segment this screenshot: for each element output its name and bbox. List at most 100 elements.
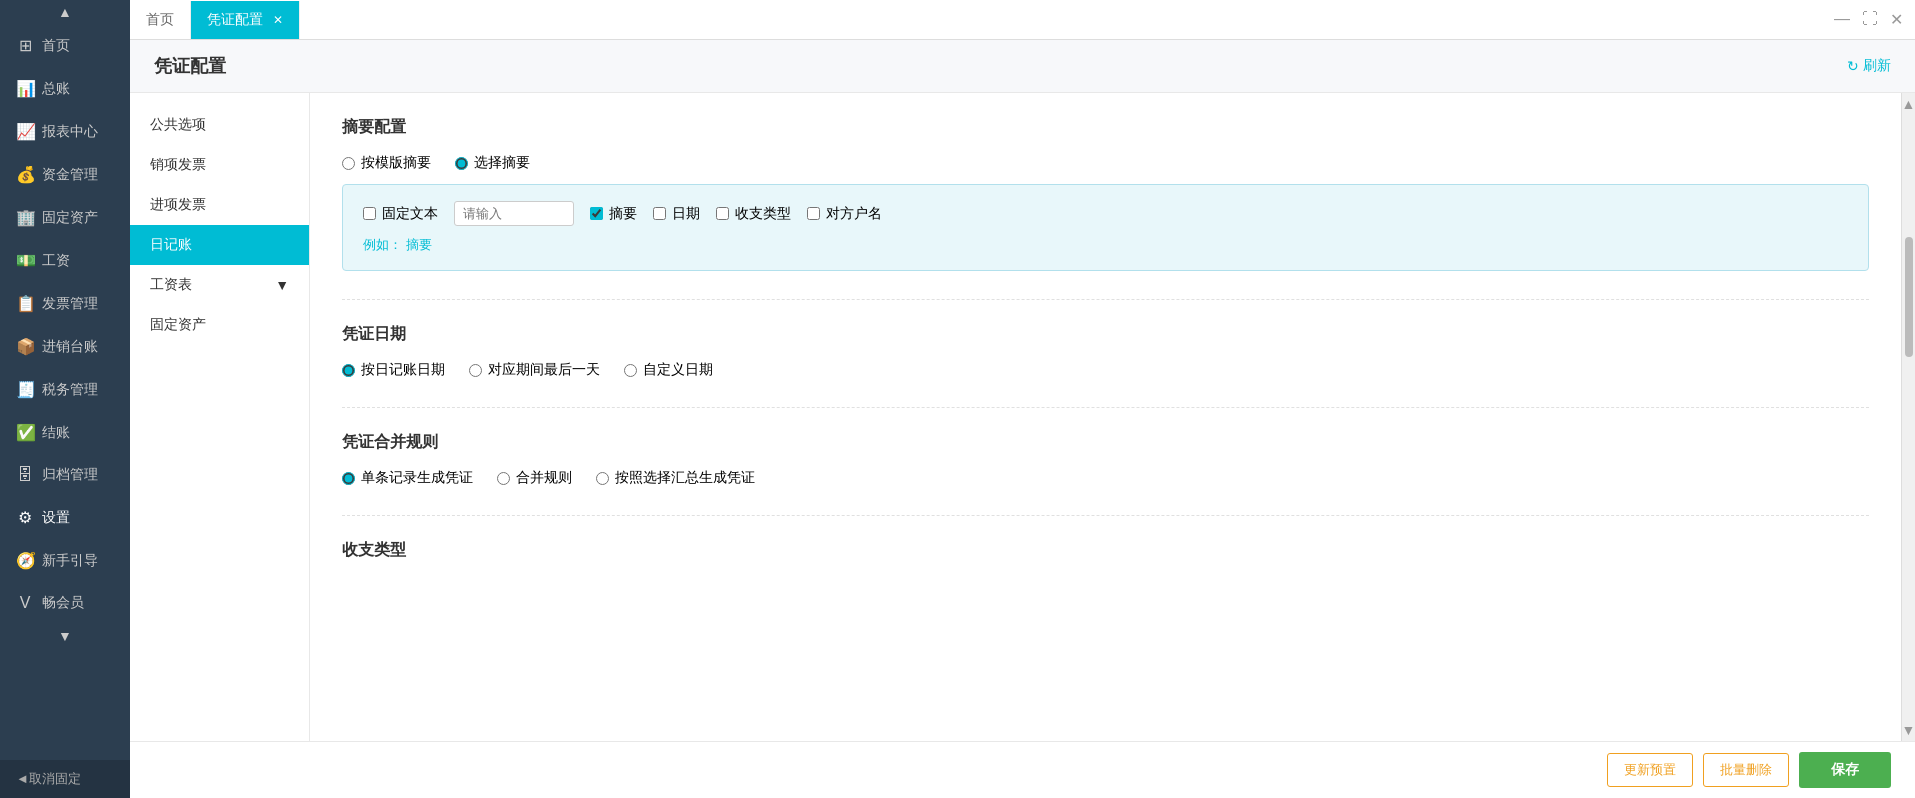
left-nav-public-options[interactable]: 公共选项	[130, 105, 309, 145]
scroll-down-arrow[interactable]: ▼	[1899, 719, 1915, 741]
chevron-down-icon: ▼	[275, 277, 289, 293]
left-nav-fixed-assets[interactable]: 固定资产	[130, 305, 309, 345]
report-icon: 📈	[16, 122, 34, 141]
fixed-text-input[interactable]	[454, 201, 574, 226]
batch-delete-button[interactable]: 批量删除	[1703, 753, 1789, 787]
radio-template-label: 按模版摘要	[361, 154, 431, 172]
radio-custom-date-label: 自定义日期	[643, 361, 713, 379]
radio-last-day[interactable]: 对应期间最后一天	[469, 361, 600, 379]
divider-2	[342, 407, 1869, 408]
payroll-icon: 💵	[16, 251, 34, 270]
radio-merge-input[interactable]	[497, 472, 510, 485]
checkbox-fixed-text[interactable]: 固定文本	[363, 205, 438, 223]
radio-custom-date[interactable]: 自定义日期	[624, 361, 713, 379]
left-nav: 公共选项 销项发票 进项发票 日记账 工资表 ▼ 固定资产	[130, 93, 310, 741]
scroll-up-arrow[interactable]: ▲	[1899, 93, 1915, 115]
radio-template-summary[interactable]: 按模版摘要	[342, 154, 431, 172]
left-nav-sales-label: 销项发票	[150, 156, 206, 174]
sidebar-item-purchase-label: 进销台账	[42, 338, 98, 356]
left-nav-purchase-invoice[interactable]: 进项发票	[130, 185, 309, 225]
date-checkbox[interactable]	[653, 207, 666, 220]
fixed-text-checkbox[interactable]	[363, 207, 376, 220]
sidebar: ▲ ⊞ 首页 📊 总账 📈 报表中心 💰 资金管理 🏢 固定资产 💵 工资 📋 …	[0, 0, 130, 798]
sidebar-item-fund-management[interactable]: 💰 资金管理	[0, 153, 130, 196]
summary-config-row: 固定文本 摘要 日期	[363, 201, 1848, 226]
left-nav-sales-invoice[interactable]: 销项发票	[130, 145, 309, 185]
radio-by-journal-date[interactable]: 按日记账日期	[342, 361, 445, 379]
radio-single-record[interactable]: 单条记录生成凭证	[342, 469, 473, 487]
maximize-button[interactable]: ⛶	[1862, 10, 1878, 29]
radio-single-input[interactable]	[342, 472, 355, 485]
counterpart-checkbox[interactable]	[807, 207, 820, 220]
config-panel: 摘要配置 按模版摘要 选择摘要	[310, 93, 1901, 741]
right-scrollbar[interactable]: ▲ ▼	[1901, 93, 1915, 741]
vip-icon: V	[16, 594, 34, 612]
sidebar-item-general-ledger[interactable]: 📊 总账	[0, 67, 130, 110]
sidebar-item-settlement[interactable]: ✅ 结账	[0, 411, 130, 454]
left-nav-payroll-label: 工资表	[150, 276, 192, 294]
refresh-button[interactable]: ↻ 刷新	[1847, 57, 1891, 75]
left-nav-journal[interactable]: 日记账	[130, 225, 309, 265]
close-button[interactable]: ✕	[1890, 10, 1903, 29]
sidebar-unpin-button[interactable]: ◄取消固定	[0, 760, 130, 798]
radio-custom-date-input[interactable]	[624, 364, 637, 377]
sidebar-item-tax[interactable]: 🧾 税务管理	[0, 368, 130, 411]
left-nav-public-label: 公共选项	[150, 116, 206, 134]
refresh-label: 刷新	[1863, 57, 1891, 75]
tab-voucher-config[interactable]: 凭证配置 ✕	[191, 1, 300, 39]
divider-1	[342, 299, 1869, 300]
sidebar-item-home[interactable]: ⊞ 首页	[0, 24, 130, 67]
radio-select-summary[interactable]: 选择摘要	[455, 154, 530, 172]
guide-icon: 🧭	[16, 551, 34, 570]
summary-checkbox[interactable]	[590, 207, 603, 220]
summary-checkbox-label: 摘要	[609, 205, 637, 223]
sidebar-item-fixed-assets[interactable]: 🏢 固定资产	[0, 196, 130, 239]
sidebar-scroll-down[interactable]: ▼	[0, 624, 130, 648]
sidebar-item-purchase-sales[interactable]: 📦 进销台账	[0, 325, 130, 368]
sidebar-scroll-up[interactable]: ▲	[0, 0, 130, 24]
income-expense-section: 收支类型	[342, 540, 1869, 561]
summary-config-box: 固定文本 摘要 日期	[342, 184, 1869, 271]
sidebar-item-settings[interactable]: ⚙ 设置	[0, 496, 130, 539]
counterpart-label: 对方户名	[826, 205, 882, 223]
left-nav-journal-label: 日记账	[150, 236, 192, 254]
sidebar-item-report-center[interactable]: 📈 报表中心	[0, 110, 130, 153]
save-button[interactable]: 保存	[1799, 752, 1891, 788]
radio-template-input[interactable]	[342, 157, 355, 170]
income-expense-title: 收支类型	[342, 540, 1869, 561]
sidebar-item-payroll[interactable]: 💵 工资	[0, 239, 130, 282]
radio-select-label: 选择摘要	[474, 154, 530, 172]
sidebar-item-archive-label: 归档管理	[42, 466, 98, 484]
income-type-checkbox[interactable]	[716, 207, 729, 220]
checkbox-date[interactable]: 日期	[653, 205, 700, 223]
radio-by-selection[interactable]: 按照选择汇总生成凭证	[596, 469, 755, 487]
minimize-button[interactable]: —	[1834, 10, 1850, 29]
sidebar-item-home-label: 首页	[42, 37, 70, 55]
bottom-bar: 更新预置 批量删除 保存	[130, 741, 1915, 798]
tab-voucher-config-label: 凭证配置	[207, 11, 263, 27]
voucher-date-radio-row: 按日记账日期 对应期间最后一天 自定义日期	[342, 361, 1869, 379]
checkbox-counterpart-name[interactable]: 对方户名	[807, 205, 882, 223]
radio-select-input[interactable]	[455, 157, 468, 170]
radio-selection-input[interactable]	[596, 472, 609, 485]
checkbox-income-type[interactable]: 收支类型	[716, 205, 791, 223]
sidebar-item-invoice[interactable]: 📋 发票管理	[0, 282, 130, 325]
radio-journal-date-label: 按日记账日期	[361, 361, 445, 379]
divider-3	[342, 515, 1869, 516]
sidebar-item-guide[interactable]: 🧭 新手引导	[0, 539, 130, 582]
radio-single-label: 单条记录生成凭证	[361, 469, 473, 487]
summary-example: 例如： 摘要	[363, 236, 1848, 254]
update-preview-button[interactable]: 更新预置	[1607, 753, 1693, 787]
tab-close-icon[interactable]: ✕	[273, 13, 283, 27]
sidebar-item-fixed-assets-label: 固定资产	[42, 209, 98, 227]
sidebar-item-archive[interactable]: 🗄 归档管理	[0, 454, 130, 496]
tab-home[interactable]: 首页	[130, 1, 191, 39]
radio-merge-rule[interactable]: 合并规则	[497, 469, 572, 487]
checkbox-summary[interactable]: 摘要	[590, 205, 637, 223]
radio-last-day-input[interactable]	[469, 364, 482, 377]
sidebar-item-vip[interactable]: V 畅会员	[0, 582, 130, 624]
scroll-thumb[interactable]	[1905, 237, 1913, 357]
radio-journal-date-input[interactable]	[342, 364, 355, 377]
left-nav-payroll-table[interactable]: 工资表 ▼	[130, 265, 309, 305]
assets-icon: 🏢	[16, 208, 34, 227]
